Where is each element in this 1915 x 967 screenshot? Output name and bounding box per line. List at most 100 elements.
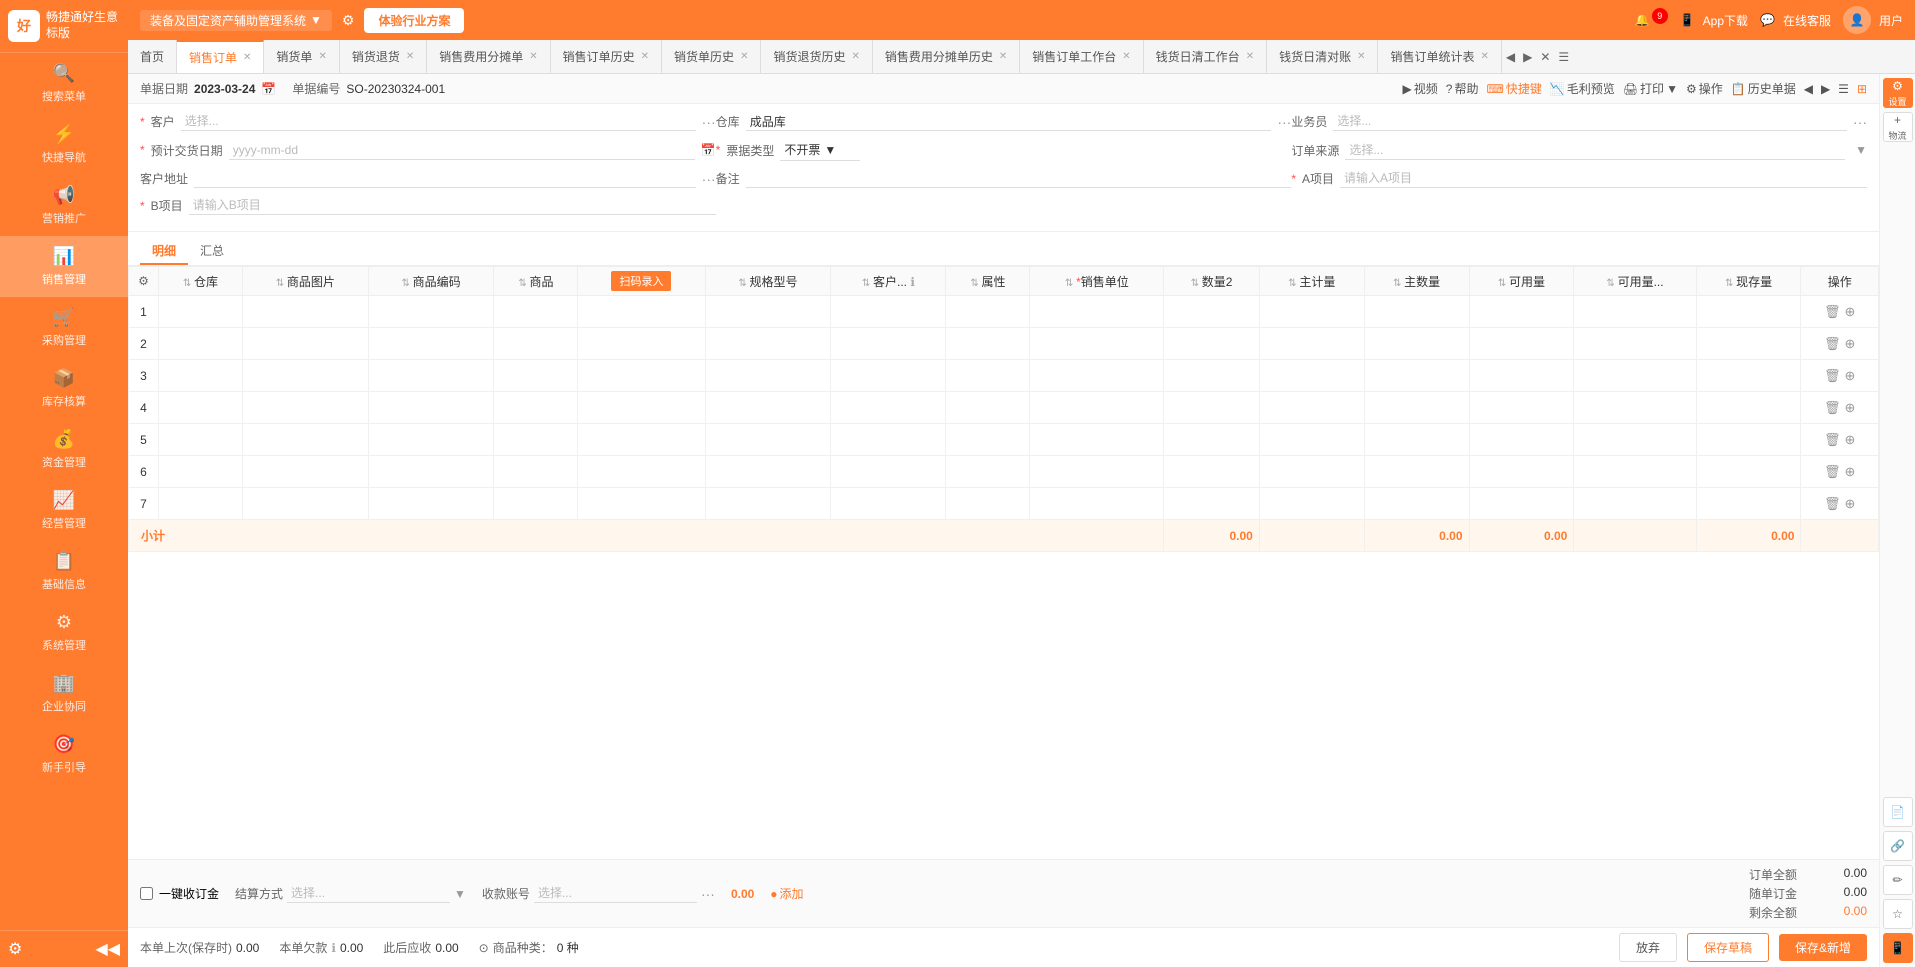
cell-available2-1[interactable] (1574, 296, 1696, 328)
cell-unit-2[interactable] (1030, 328, 1164, 360)
right-panel-btn-4[interactable]: ☆ (1883, 899, 1913, 929)
delete-row-4[interactable]: 🗑 (1824, 400, 1841, 416)
sidebar-item-inventory[interactable]: 📦 库存核算 (0, 358, 128, 419)
tab-home[interactable]: 首页 (128, 40, 177, 74)
payment-method-input[interactable] (287, 884, 450, 903)
warehouse-ellipsis[interactable]: ··· (1277, 114, 1291, 130)
copy-row-4[interactable]: ⊕ (1845, 400, 1856, 416)
cell-attr-4[interactable] (946, 392, 1030, 424)
cell-unit-7[interactable] (1030, 488, 1164, 520)
online-service-link[interactable]: 💬 在线客服 (1760, 12, 1831, 29)
cell-unit-6[interactable] (1030, 456, 1164, 488)
notification-area[interactable]: 🔔 9 (1635, 13, 1668, 27)
form-view[interactable]: ⊞ (1857, 82, 1867, 96)
right-panel-logistics[interactable]: + 物流 (1883, 112, 1913, 142)
calendar-icon[interactable]: 📅 (261, 82, 276, 96)
cell-scan-1[interactable] (578, 296, 705, 328)
cell-customer-code-5[interactable] (831, 424, 946, 456)
collapse-icon[interactable]: ◀◀ (95, 939, 120, 959)
copy-row-1[interactable]: ⊕ (1845, 304, 1856, 320)
tab-return-history[interactable]: 销货退货历史 ✕ (761, 40, 872, 74)
history-link[interactable]: 📋 历史单据 (1731, 80, 1796, 97)
sidebar-item-basic-info[interactable]: 📋 基础信息 (0, 541, 128, 602)
cell-main-qty-2[interactable] (1364, 328, 1469, 360)
th-gear[interactable]: ⚙ (129, 267, 159, 296)
cell-main-qty-5[interactable] (1364, 424, 1469, 456)
cell-available-5[interactable] (1469, 424, 1574, 456)
cell-scan-6[interactable] (578, 456, 705, 488)
delete-row-7[interactable]: 🗑 (1824, 496, 1841, 512)
cell-customer-code-4[interactable] (831, 392, 946, 424)
customer-input[interactable] (181, 112, 696, 131)
tabs-menu[interactable]: ☰ (1554, 50, 1573, 64)
copy-row-7[interactable]: ⊕ (1845, 496, 1856, 512)
cell-code-6[interactable] (368, 456, 494, 488)
cell-spec-2[interactable] (705, 328, 831, 360)
delete-row-1[interactable]: 🗑 (1824, 304, 1841, 320)
solution-button[interactable]: 体验行业方案 (364, 8, 464, 33)
save-draft-button[interactable]: 保存草稿 (1687, 933, 1769, 962)
sidebar-item-marketing[interactable]: 📢 营销推广 (0, 175, 128, 236)
tab-daily-workbench[interactable]: 钱货日清工作台 ✕ (1144, 40, 1267, 74)
cell-attr-2[interactable] (946, 328, 1030, 360)
cell-attr-6[interactable] (946, 456, 1030, 488)
delivery-date-input[interactable] (229, 141, 695, 160)
copy-row-5[interactable]: ⊕ (1845, 432, 1856, 448)
tab-expense-split[interactable]: 销售费用分摊单 ✕ (427, 40, 550, 74)
cell-spec-4[interactable] (705, 392, 831, 424)
cell-main-unit-6[interactable] (1259, 456, 1364, 488)
user-area[interactable]: 👤 用户 (1843, 6, 1903, 34)
sidebar-item-search[interactable]: 🔍 搜索菜单 (0, 53, 128, 114)
cell-main-unit-5[interactable] (1259, 424, 1364, 456)
delete-row-6[interactable]: 🗑 (1824, 464, 1841, 480)
cell-available2-7[interactable] (1574, 488, 1696, 520)
cell-unit-1[interactable] (1030, 296, 1164, 328)
one-click-checkbox[interactable] (140, 887, 153, 900)
customer-ellipsis[interactable]: ··· (702, 114, 716, 130)
cell-image-6[interactable] (242, 456, 368, 488)
right-panel-btn-1[interactable]: 📄 (1883, 797, 1913, 827)
cell-main-qty-7[interactable] (1364, 488, 1469, 520)
cell-product-7[interactable] (494, 488, 578, 520)
cell-qty2-3[interactable] (1164, 360, 1260, 392)
discard-button[interactable]: 放弃 (1619, 933, 1677, 962)
delivery-calendar-icon[interactable]: 📅 (701, 143, 716, 157)
tab-close-sales-order[interactable]: ✕ (243, 52, 251, 63)
cell-qty2-6[interactable] (1164, 456, 1260, 488)
gear-icon[interactable]: ⚙ (138, 274, 149, 288)
tab-order-workbench[interactable]: 销售订单工作台 ✕ (1020, 40, 1143, 74)
cell-product-2[interactable] (494, 328, 578, 360)
cell-image-2[interactable] (242, 328, 368, 360)
tab-close-expense-history[interactable]: ✕ (999, 51, 1007, 62)
sidebar-item-quick-nav[interactable]: ⚡ 快捷导航 (0, 114, 128, 175)
cell-unit-5[interactable] (1030, 424, 1164, 456)
cell-stock-5[interactable] (1696, 424, 1801, 456)
copy-row-3[interactable]: ⊕ (1845, 368, 1856, 384)
cell-available2-2[interactable] (1574, 328, 1696, 360)
tab-close-order-history[interactable]: ✕ (641, 51, 649, 62)
tab-stats[interactable]: 销售订单统计表 ✕ (1378, 40, 1501, 74)
cell-scan-5[interactable] (578, 424, 705, 456)
cell-qty2-4[interactable] (1164, 392, 1260, 424)
cell-spec-1[interactable] (705, 296, 831, 328)
cell-available-2[interactable] (1469, 328, 1574, 360)
settings-gear-icon[interactable]: ⚙ (342, 12, 355, 29)
cell-available-4[interactable] (1469, 392, 1574, 424)
shortcut-link[interactable]: ⌨ 快捷键 (1487, 80, 1542, 97)
staff-input[interactable] (1333, 112, 1847, 131)
cell-available2-5[interactable] (1574, 424, 1696, 456)
cell-main-unit-3[interactable] (1259, 360, 1364, 392)
cell-available-6[interactable] (1469, 456, 1574, 488)
sidebar-item-finance[interactable]: 💰 资金管理 (0, 419, 128, 480)
cell-stock-7[interactable] (1696, 488, 1801, 520)
delete-row-3[interactable]: 🗑 (1824, 368, 1841, 384)
tab-close-order-workbench[interactable]: ✕ (1122, 51, 1130, 62)
cell-qty2-7[interactable] (1164, 488, 1260, 520)
cell-qty2-2[interactable] (1164, 328, 1260, 360)
cell-stock-1[interactable] (1696, 296, 1801, 328)
cell-warehouse-4[interactable] (159, 392, 243, 424)
customer-address-input[interactable] (194, 169, 696, 188)
cell-image-4[interactable] (242, 392, 368, 424)
cell-available2-4[interactable] (1574, 392, 1696, 424)
cell-customer-code-3[interactable] (831, 360, 946, 392)
